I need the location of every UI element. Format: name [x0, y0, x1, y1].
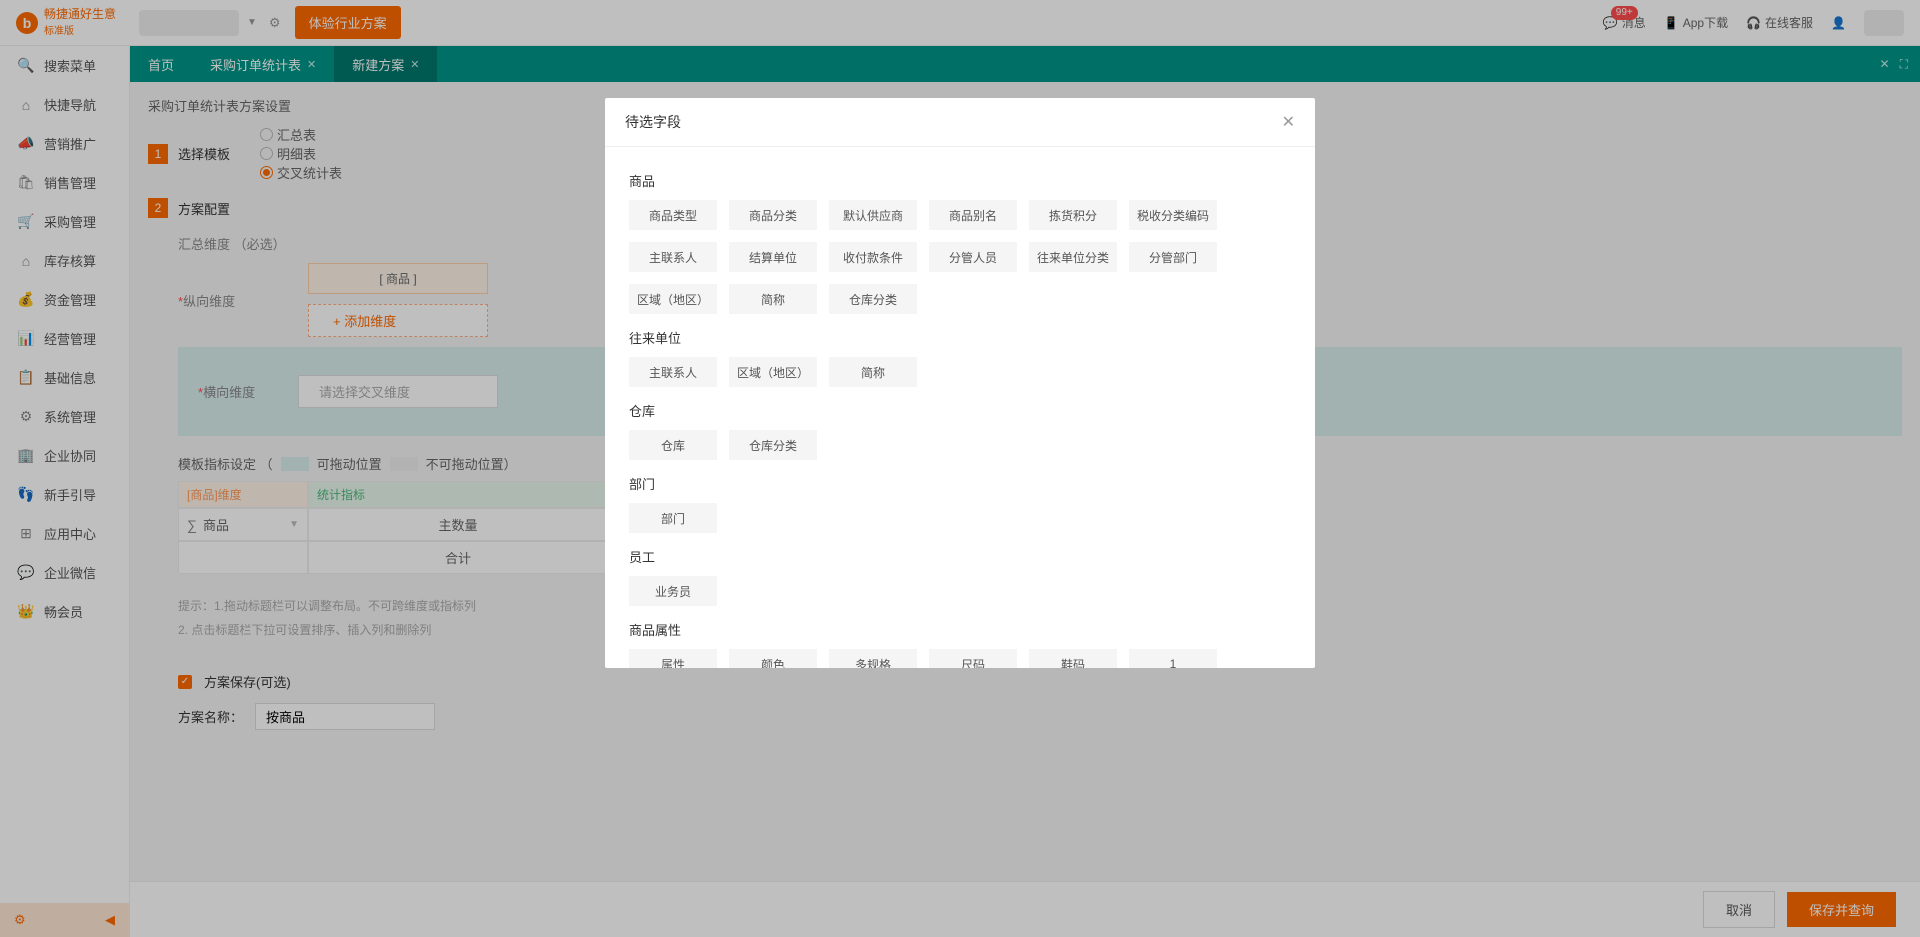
- field-chip[interactable]: 属性: [629, 649, 717, 668]
- field-chip[interactable]: 业务员: [629, 576, 717, 606]
- field-chip[interactable]: 多规格: [829, 649, 917, 668]
- field-group-title: 部门: [629, 474, 1291, 493]
- field-group-5: 商品属性属性颜色多规格尺码鞋码 1: [629, 620, 1291, 668]
- field-group-1: 往来单位主联系人区域（地区） 简称: [629, 328, 1291, 387]
- field-chip[interactable]: 1: [1129, 649, 1217, 668]
- modal-overlay[interactable]: 待选字段 ✕ 商品商品类型商品分类默认供应商商品别名拣货积分税收分类编码主联系人…: [0, 0, 1920, 937]
- field-chip[interactable]: 税收分类编码: [1129, 200, 1217, 230]
- field-chip[interactable]: 分管部门: [1129, 242, 1217, 272]
- modal-title: 待选字段: [625, 112, 681, 132]
- field-chip[interactable]: 主联系人: [629, 242, 717, 272]
- field-chip[interactable]: 商品别名: [929, 200, 1017, 230]
- field-chip[interactable]: 默认供应商: [829, 200, 917, 230]
- field-chip[interactable]: 商品类型: [629, 200, 717, 230]
- field-picker-modal: 待选字段 ✕ 商品商品类型商品分类默认供应商商品别名拣货积分税收分类编码主联系人…: [605, 98, 1315, 668]
- field-group-2: 仓库仓库仓库分类: [629, 401, 1291, 460]
- field-chip[interactable]: 颜色: [729, 649, 817, 668]
- field-chip[interactable]: 简称: [729, 284, 817, 314]
- field-group-0: 商品商品类型商品分类默认供应商商品别名拣货积分税收分类编码主联系人结算单位收付款…: [629, 171, 1291, 314]
- field-group-3: 部门部门: [629, 474, 1291, 533]
- field-chip[interactable]: 尺码: [929, 649, 1017, 668]
- field-group-title: 仓库: [629, 401, 1291, 420]
- field-chip[interactable]: 商品分类: [729, 200, 817, 230]
- field-group-4: 员工业务员: [629, 547, 1291, 606]
- field-group-title: 员工: [629, 547, 1291, 566]
- field-chip[interactable]: 拣货积分: [1029, 200, 1117, 230]
- field-chip[interactable]: 分管人员: [929, 242, 1017, 272]
- field-group-title: 商品属性: [629, 620, 1291, 639]
- field-chip[interactable]: 仓库分类: [729, 430, 817, 460]
- field-chip[interactable]: 区域（地区）: [729, 357, 817, 387]
- field-chip[interactable]: 部门: [629, 503, 717, 533]
- field-chip[interactable]: 结算单位: [729, 242, 817, 272]
- field-group-title: 商品: [629, 171, 1291, 190]
- field-group-title: 往来单位: [629, 328, 1291, 347]
- field-chip[interactable]: 简称: [829, 357, 917, 387]
- field-chip[interactable]: 鞋码: [1029, 649, 1117, 668]
- field-chip[interactable]: 收付款条件: [829, 242, 917, 272]
- field-chip[interactable]: 区域（地区）: [629, 284, 717, 314]
- field-chip[interactable]: 往来单位分类: [1029, 242, 1117, 272]
- field-chip[interactable]: 仓库分类: [829, 284, 917, 314]
- field-chip[interactable]: 仓库: [629, 430, 717, 460]
- field-chip[interactable]: 主联系人: [629, 357, 717, 387]
- close-icon[interactable]: ✕: [1282, 112, 1295, 132]
